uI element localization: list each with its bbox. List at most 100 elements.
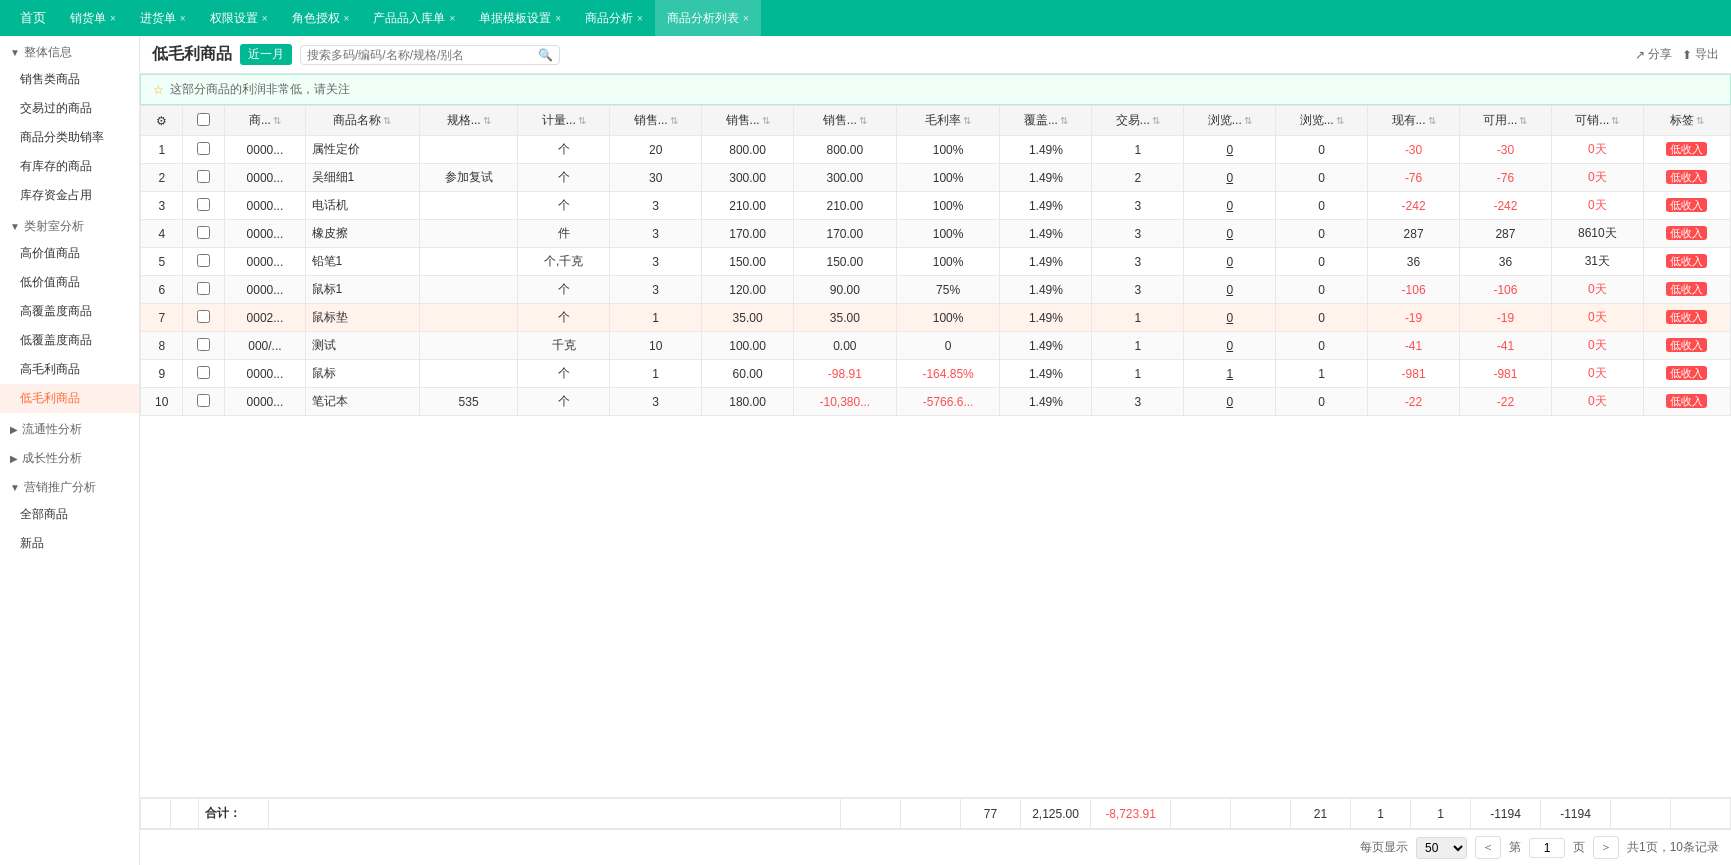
select-all-checkbox[interactable] xyxy=(197,113,210,126)
prev-page-button[interactable]: ＜ xyxy=(1475,836,1501,859)
close-role-icon[interactable]: × xyxy=(344,13,350,24)
sidebar-item-instock[interactable]: 有库存的商品 xyxy=(0,152,139,181)
col-trade[interactable]: 交易...⇅ xyxy=(1092,106,1184,136)
row-checkbox[interactable] xyxy=(183,136,225,164)
row-select-checkbox[interactable] xyxy=(197,310,210,323)
row-checkbox[interactable] xyxy=(183,164,225,192)
row-checkbox[interactable] xyxy=(183,360,225,388)
row-select-checkbox[interactable] xyxy=(197,254,210,267)
row-browse1[interactable]: 0 xyxy=(1184,304,1276,332)
row-checkbox[interactable] xyxy=(183,304,225,332)
per-page-select[interactable]: 50 20 100 xyxy=(1416,837,1467,859)
row-select-checkbox[interactable] xyxy=(197,198,210,211)
row-browse1[interactable]: 0 xyxy=(1184,276,1276,304)
sidebar-item-high-coverage[interactable]: 高覆盖度商品 xyxy=(0,297,139,326)
row-checkbox[interactable] xyxy=(183,192,225,220)
search-input[interactable] xyxy=(307,48,538,62)
col-cover-rate[interactable]: 覆盖...⇅ xyxy=(1000,106,1092,136)
col-code[interactable]: 商...⇅ xyxy=(225,106,305,136)
row-select-checkbox[interactable] xyxy=(197,338,210,351)
close-purchase-icon[interactable]: × xyxy=(180,13,186,24)
period-button[interactable]: 近一月 xyxy=(240,44,292,65)
nav-home[interactable]: 首页 xyxy=(8,0,58,36)
share-button[interactable]: ↗ 分享 xyxy=(1635,46,1672,63)
sidebar-item-low-value[interactable]: 低价值商品 xyxy=(0,268,139,297)
row-select-checkbox[interactable] xyxy=(197,142,210,155)
col-gross-rate[interactable]: 毛利率⇅ xyxy=(896,106,1000,136)
sidebar-item-new-products[interactable]: 新品 xyxy=(0,529,139,558)
col-tag[interactable]: 标签⇅ xyxy=(1643,106,1730,136)
nav-role[interactable]: 角色授权× xyxy=(280,0,362,36)
row-browse1[interactable]: 0 xyxy=(1184,164,1276,192)
col-browse1[interactable]: 浏览...⇅ xyxy=(1184,106,1276,136)
sidebar-item-sales-products[interactable]: 销售类商品 xyxy=(0,65,139,94)
row-checkbox[interactable] xyxy=(183,276,225,304)
col-browse2[interactable]: 浏览...⇅ xyxy=(1276,106,1368,136)
row-tag: 低收入 xyxy=(1643,136,1730,164)
row-browse1[interactable]: 0 xyxy=(1184,136,1276,164)
nav-analysis[interactable]: 商品分析× xyxy=(573,0,655,36)
sidebar-item-all-products[interactable]: 全部商品 xyxy=(0,500,139,529)
close-sales-icon[interactable]: × xyxy=(110,13,116,24)
sidebar-group-classify[interactable]: ▼ 类射室分析 xyxy=(0,210,139,239)
col-name[interactable]: 商品名称⇅ xyxy=(305,106,419,136)
row-trade: 1 xyxy=(1092,332,1184,360)
page-number-input[interactable] xyxy=(1529,838,1565,858)
close-template-icon[interactable]: × xyxy=(555,13,561,24)
sidebar-item-traded-products[interactable]: 交易过的商品 xyxy=(0,94,139,123)
sidebar-group-overall[interactable]: ▼ 整体信息 xyxy=(0,36,139,65)
sidebar-item-capital[interactable]: 库存资金占用 xyxy=(0,181,139,210)
row-checkbox[interactable] xyxy=(183,332,225,360)
sidebar-item-category-rate[interactable]: 商品分类助销率 xyxy=(0,123,139,152)
close-permission-icon[interactable]: × xyxy=(262,13,268,24)
row-select-checkbox[interactable] xyxy=(197,226,210,239)
close-analysis-list-icon[interactable]: × xyxy=(743,13,749,24)
sidebar-group-marketing[interactable]: ▼ 营销推广分析 xyxy=(0,471,139,500)
row-browse1[interactable]: 0 xyxy=(1184,332,1276,360)
row-select-checkbox[interactable] xyxy=(197,394,210,407)
sidebar-group-growth[interactable]: ▶ 成长性分析 xyxy=(0,442,139,471)
row-checkbox[interactable] xyxy=(183,248,225,276)
col-sales-count[interactable]: 销售...⇅ xyxy=(610,106,702,136)
row-browse1[interactable]: 1 xyxy=(1184,360,1276,388)
export-button[interactable]: ⬆ 导出 xyxy=(1682,46,1719,63)
row-checkbox[interactable] xyxy=(183,220,225,248)
col-sales-amount[interactable]: 销售...⇅ xyxy=(794,106,897,136)
sidebar-group-circulation[interactable]: ▶ 流通性分析 xyxy=(0,413,139,442)
row-select-checkbox[interactable] xyxy=(197,170,210,183)
col-unit[interactable]: 计量...⇅ xyxy=(518,106,610,136)
nav-permission[interactable]: 权限设置× xyxy=(198,0,280,36)
nav-sales[interactable]: 销货单× xyxy=(58,0,128,36)
row-current-stock: -106 xyxy=(1368,276,1460,304)
sidebar-item-high-margin[interactable]: 高毛利商品 xyxy=(0,355,139,384)
row-select-checkbox[interactable] xyxy=(197,282,210,295)
col-spec[interactable]: 规格...⇅ xyxy=(419,106,517,136)
col-checkbox[interactable] xyxy=(183,106,225,136)
row-browse1[interactable]: 0 xyxy=(1184,248,1276,276)
next-page-button[interactable]: ＞ xyxy=(1593,836,1619,859)
row-sales-price: 180.00 xyxy=(702,388,794,416)
row-usable-stock: -981 xyxy=(1460,360,1552,388)
sidebar-item-low-margin[interactable]: 低毛利商品 xyxy=(0,384,139,413)
row-no: 3 xyxy=(141,192,183,220)
sidebar-item-low-coverage[interactable]: 低覆盖度商品 xyxy=(0,326,139,355)
row-browse1[interactable]: 0 xyxy=(1184,220,1276,248)
row-saleable: 8610天 xyxy=(1551,220,1643,248)
nav-purchase[interactable]: 进货单× xyxy=(128,0,198,36)
close-analysis-icon[interactable]: × xyxy=(637,13,643,24)
nav-product-entry[interactable]: 产品品入库单× xyxy=(361,0,467,36)
sidebar-item-high-value[interactable]: 高价值商品 xyxy=(0,239,139,268)
search-icon[interactable]: 🔍 xyxy=(538,48,553,62)
col-saleable[interactable]: 可销...⇅ xyxy=(1551,106,1643,136)
nav-template[interactable]: 单据模板设置× xyxy=(467,0,573,36)
row-checkbox[interactable] xyxy=(183,388,225,416)
col-sales-price[interactable]: 销售...⇅ xyxy=(702,106,794,136)
close-product-entry-icon[interactable]: × xyxy=(449,13,455,24)
row-select-checkbox[interactable] xyxy=(197,366,210,379)
col-usable-stock[interactable]: 可用...⇅ xyxy=(1460,106,1552,136)
row-browse1[interactable]: 0 xyxy=(1184,192,1276,220)
col-settings[interactable]: ⚙ xyxy=(141,106,183,136)
row-browse1[interactable]: 0 xyxy=(1184,388,1276,416)
col-current-stock[interactable]: 现有...⇅ xyxy=(1368,106,1460,136)
nav-analysis-list[interactable]: 商品分析列表× xyxy=(655,0,761,36)
